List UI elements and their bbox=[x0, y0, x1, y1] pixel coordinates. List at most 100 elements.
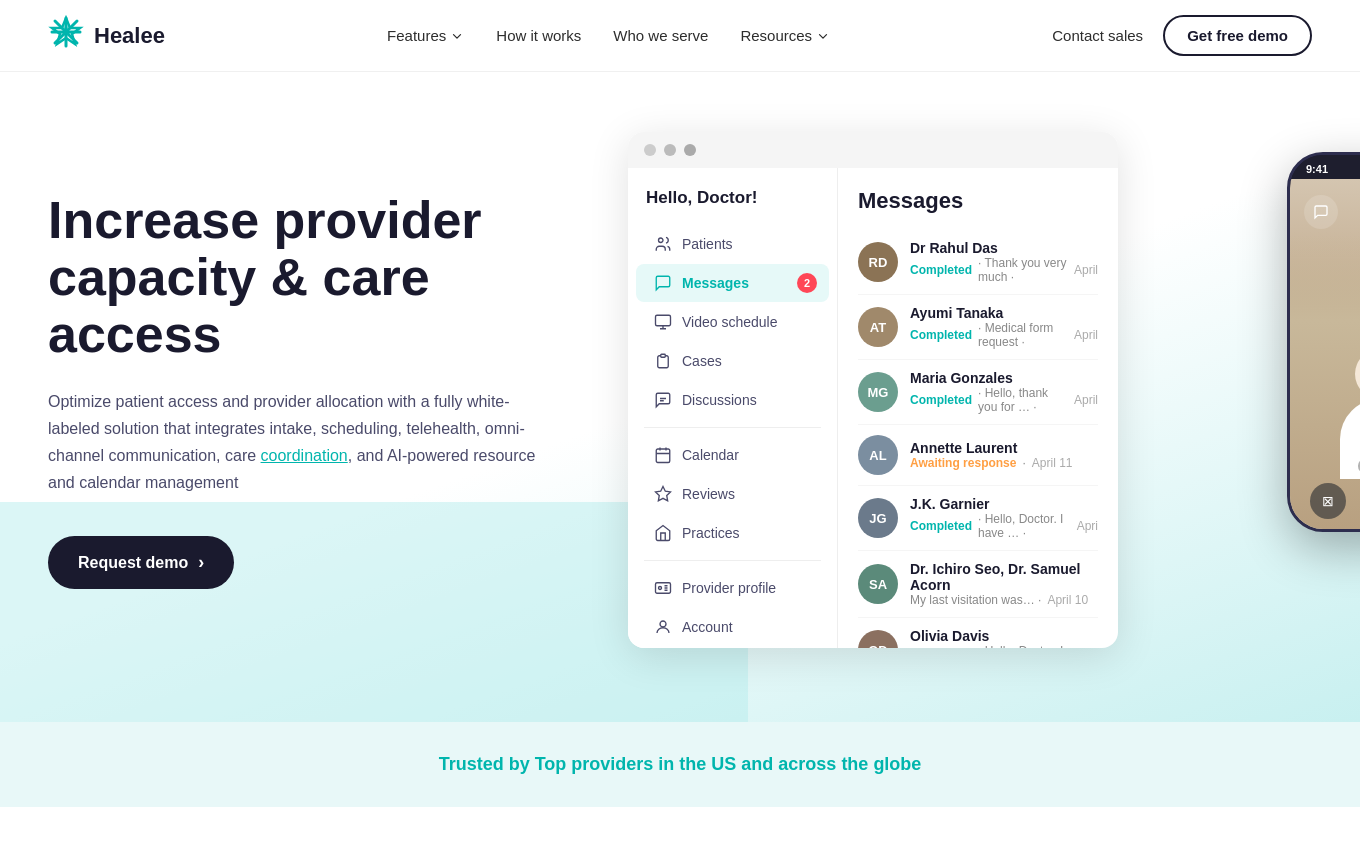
msg-name-1: Dr Rahul Das bbox=[910, 240, 1098, 256]
hero-section: Increase provider capacity & care access… bbox=[0, 72, 1360, 722]
titlebar-dot-1 bbox=[644, 144, 656, 156]
id-card-icon bbox=[654, 579, 672, 597]
msg-status-2: Completed bbox=[910, 328, 972, 342]
avatar-olivia: OD bbox=[858, 630, 898, 648]
calendar-icon bbox=[654, 446, 672, 464]
message-item-6[interactable]: SA Dr. Ichiro Seo, Dr. Samuel Acorn My l… bbox=[858, 551, 1098, 618]
app-sidebar: Hello, Doctor! Patients Messages 2 bbox=[628, 168, 838, 648]
avatar-maria: MG bbox=[858, 372, 898, 412]
doctor-figure bbox=[1340, 349, 1361, 469]
sidebar-item-provider-profile[interactable]: Provider profile bbox=[636, 569, 829, 607]
app-body: Hello, Doctor! Patients Messages 2 bbox=[628, 168, 1118, 648]
request-demo-button[interactable]: Request demo › bbox=[48, 536, 234, 589]
phone-video-off-btn[interactable]: ⊠ bbox=[1310, 483, 1346, 519]
monitor-icon bbox=[654, 313, 672, 331]
msg-status-row-1: Completed · Thank you very much · April bbox=[910, 256, 1098, 284]
msg-name-3: Maria Gonzales bbox=[910, 370, 1098, 386]
sidebar-greeting: Hello, Doctor! bbox=[628, 188, 837, 224]
msg-date-1: April bbox=[1074, 263, 1098, 277]
titlebar-dot-2 bbox=[664, 144, 676, 156]
sidebar-item-patients[interactable]: Patients bbox=[636, 225, 829, 263]
nav-actions: Contact sales Get free demo bbox=[1052, 15, 1312, 56]
msg-status-row-5: Completed · Hello, Doctor. I have … · Ap… bbox=[910, 512, 1098, 540]
sidebar-item-video-schedule[interactable]: Video schedule bbox=[636, 303, 829, 341]
contact-sales-link[interactable]: Contact sales bbox=[1052, 27, 1143, 44]
sidebar-item-account[interactable]: Account bbox=[636, 608, 829, 646]
msg-preview-4: · bbox=[1022, 456, 1025, 470]
logo-text: Healee bbox=[94, 23, 165, 49]
discussions-icon bbox=[654, 391, 672, 409]
sidebar-label-practices: Practices bbox=[682, 525, 740, 541]
sidebar-item-discussions[interactable]: Discussions bbox=[636, 381, 829, 419]
svg-rect-6 bbox=[656, 315, 671, 326]
chevron-down-icon-2 bbox=[816, 29, 830, 43]
sidebar-item-calendar[interactable]: Calendar bbox=[636, 436, 829, 474]
msg-name-7: Olivia Davis bbox=[910, 628, 1098, 644]
msg-preview-7: · Hello, Doctor. I have … · bbox=[978, 644, 1071, 648]
phone-mockup: 9:41 ●●● bbox=[1287, 152, 1360, 532]
message-item-3[interactable]: MG Maria Gonzales Completed · Hello, tha… bbox=[858, 360, 1098, 425]
titlebar-dot-3 bbox=[684, 144, 696, 156]
practices-icon bbox=[654, 524, 672, 542]
msg-status-3: Completed bbox=[910, 393, 972, 407]
msg-preview-3: · Hello, thank you for … · bbox=[978, 386, 1068, 414]
trusted-text: Trusted by Top providers in the US and a… bbox=[48, 754, 1312, 775]
nav-how-it-works[interactable]: How it works bbox=[496, 27, 581, 44]
message-item-1[interactable]: RD Dr Rahul Das Completed · Thank you ve… bbox=[858, 230, 1098, 295]
user-group-icon bbox=[654, 235, 672, 253]
phone-time: 9:41 bbox=[1306, 163, 1328, 175]
svg-rect-7 bbox=[661, 354, 666, 357]
get-free-demo-button[interactable]: Get free demo bbox=[1163, 15, 1312, 56]
message-item-2[interactable]: AT Ayumi Tanaka Completed · Medical form… bbox=[858, 295, 1098, 360]
sidebar-divider bbox=[644, 427, 821, 428]
msg-status-row-3: Completed · Hello, thank you for … · Apr… bbox=[910, 386, 1098, 414]
msg-name-6: Dr. Ichiro Seo, Dr. Samuel Acorn bbox=[910, 561, 1098, 593]
msg-name-5: J.K. Garnier bbox=[910, 496, 1098, 512]
nav-features[interactable]: Features bbox=[387, 27, 464, 44]
arrow-icon: › bbox=[198, 552, 204, 573]
phone-chat-btn[interactable] bbox=[1304, 195, 1338, 229]
message-item-4[interactable]: AL Annette Laurent Awaiting response · A… bbox=[858, 425, 1098, 486]
message-item-7[interactable]: OD Olivia Davis Completed · Hello, Docto… bbox=[858, 618, 1098, 648]
sidebar-label-messages: Messages bbox=[682, 275, 749, 291]
msg-name-2: Ayumi Tanaka bbox=[910, 305, 1098, 321]
avatar-annette: AL bbox=[858, 435, 898, 475]
avatar-rahul: RD bbox=[858, 242, 898, 282]
msg-status-1: Completed bbox=[910, 263, 972, 277]
sidebar-item-practices[interactable]: Practices bbox=[636, 514, 829, 552]
sidebar-item-reviews[interactable]: Reviews bbox=[636, 475, 829, 513]
msg-info-5: J.K. Garnier Completed · Hello, Doctor. … bbox=[910, 496, 1098, 540]
svg-marker-9 bbox=[656, 487, 671, 501]
nav-who-we-serve[interactable]: Who we serve bbox=[613, 27, 708, 44]
svg-rect-10 bbox=[656, 583, 671, 594]
msg-status-row-4: Awaiting response · April 11 bbox=[910, 456, 1098, 470]
sidebar-label-account: Account bbox=[682, 619, 733, 635]
phone-screen: 9:41 ●●● bbox=[1290, 155, 1360, 529]
clipboard-icon bbox=[654, 352, 672, 370]
msg-status-row-7: Completed · Hello, Doctor. I have … · Ap… bbox=[910, 644, 1098, 648]
logo[interactable]: Healee bbox=[48, 14, 165, 58]
sidebar-label-video: Video schedule bbox=[682, 314, 777, 330]
sidebar-divider-2 bbox=[644, 560, 821, 561]
msg-info-7: Olivia Davis Completed · Hello, Doctor. … bbox=[910, 628, 1098, 648]
msg-date-6: April 10 bbox=[1047, 593, 1088, 607]
sidebar-label-cases: Cases bbox=[682, 353, 722, 369]
avatar-seo: SA bbox=[858, 564, 898, 604]
message-item-5[interactable]: JG J.K. Garnier Completed · Hello, Docto… bbox=[858, 486, 1098, 551]
sidebar-label-discussions: Discussions bbox=[682, 392, 757, 408]
nav-resources[interactable]: Resources bbox=[740, 27, 830, 44]
messages-badge: 2 bbox=[797, 273, 817, 293]
msg-date-4: April 11 bbox=[1032, 456, 1073, 470]
phone-video-content: ⊠ 🎤 ⊡ 30:45 bbox=[1290, 179, 1360, 529]
msg-status-4: Awaiting response bbox=[910, 456, 1016, 470]
user-icon bbox=[654, 618, 672, 636]
trusted-bar: Trusted by Top providers in the US and a… bbox=[0, 722, 1360, 807]
msg-name-4: Annette Laurent bbox=[910, 440, 1098, 456]
svg-point-5 bbox=[659, 238, 664, 243]
sidebar-item-cases[interactable]: Cases bbox=[636, 342, 829, 380]
msg-info-4: Annette Laurent Awaiting response · Apri… bbox=[910, 440, 1098, 470]
sidebar-item-messages[interactable]: Messages 2 bbox=[636, 264, 829, 302]
hero-text: Increase provider capacity & care access… bbox=[48, 152, 608, 589]
coordination-link[interactable]: coordination bbox=[261, 447, 348, 464]
sidebar-label-reviews: Reviews bbox=[682, 486, 735, 502]
